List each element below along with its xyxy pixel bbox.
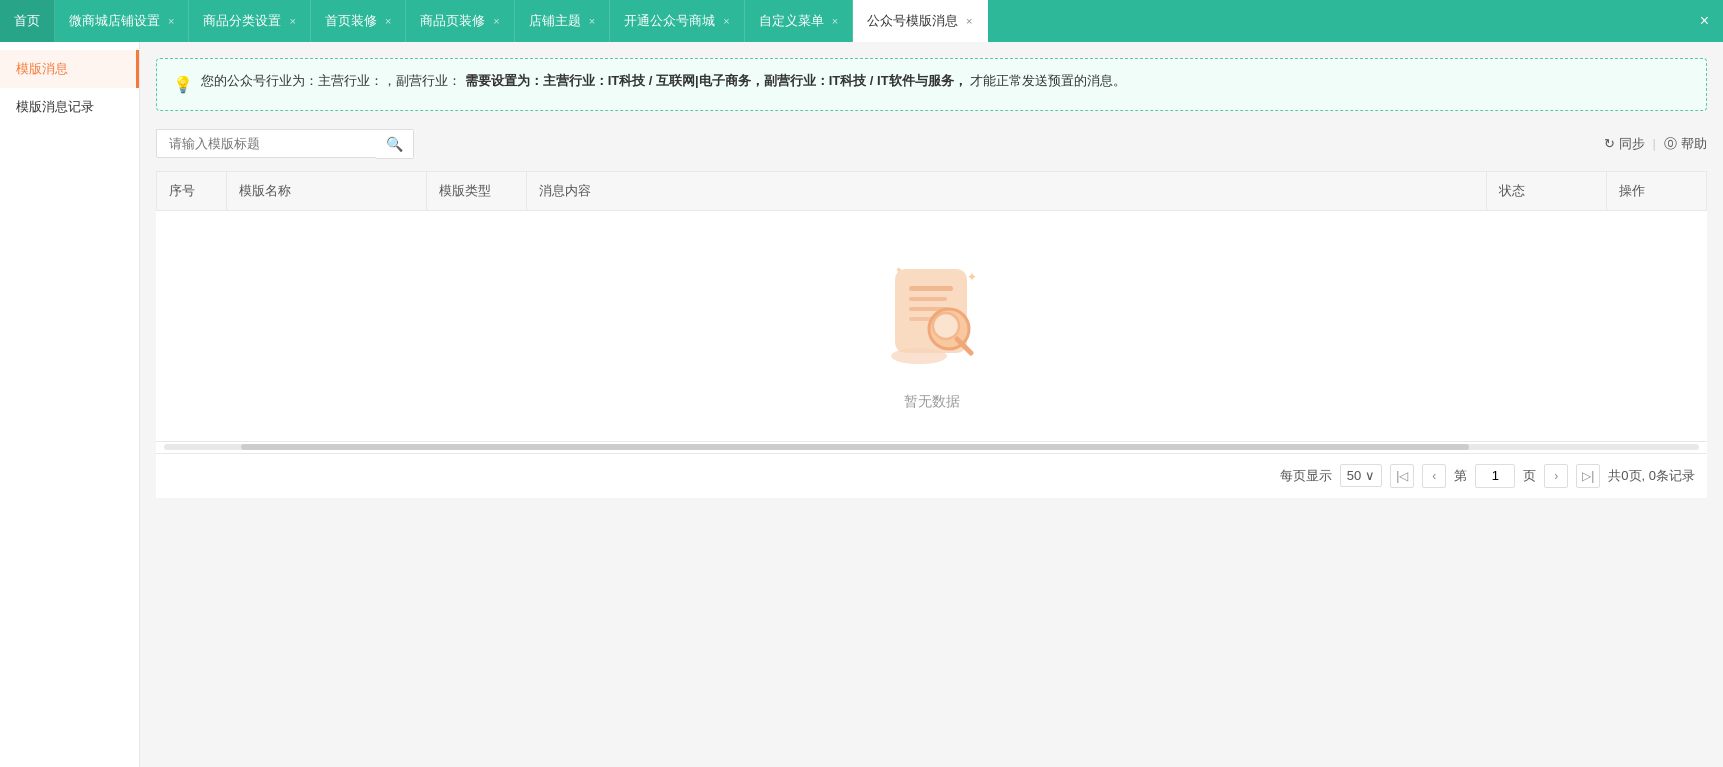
tab-open-wxshop-close[interactable]: × (723, 15, 729, 27)
help-circle-icon: ⓪ (1664, 135, 1677, 153)
sidebar-item-template-msg-log-label: 模版消息记录 (16, 99, 94, 114)
pagination: 每页显示 50 ∨ |◁ ‹ 第 页 › ▷| 共0页, 0条记录 (156, 453, 1707, 498)
col-header-type: 模版类型 (427, 171, 527, 210)
horizontal-scrollbar[interactable] (156, 441, 1707, 453)
tab-home[interactable]: 首页 (0, 0, 55, 42)
prev-page-icon: ‹ (1432, 469, 1436, 483)
last-page-icon: ▷| (1582, 469, 1594, 483)
refresh-icon: ↻ (1604, 136, 1615, 151)
tab-template-msg[interactable]: 公众号模版消息 × (853, 0, 987, 42)
tab-product-page-decor-close[interactable]: × (493, 15, 499, 27)
col-header-name: 模版名称 (227, 171, 427, 210)
right-actions: ↻ 同步 | ⓪ 帮助 (1604, 135, 1707, 153)
tab-homepage-decor[interactable]: 首页装修 × (311, 0, 406, 42)
prev-page-button[interactable]: ‹ (1422, 464, 1446, 488)
tab-custom-menu-label: 自定义菜单 (759, 12, 824, 30)
tab-custom-menu[interactable]: 自定义菜单 × (745, 0, 853, 42)
sidebar: 模版消息 模版消息记录 (0, 42, 140, 767)
svg-rect-1 (909, 286, 953, 291)
page-number-input[interactable] (1475, 464, 1515, 488)
sync-button[interactable]: ↻ 同步 (1604, 135, 1645, 153)
search-icon: 🔍 (386, 136, 403, 152)
first-page-icon: |◁ (1396, 469, 1408, 483)
notice-prefix: 您的公众号行业为：主营行业：，副营行业： (201, 73, 461, 88)
empty-state: ✦ ✦ 暂无数据 (157, 211, 1707, 441)
col-header-status: 状态 (1487, 171, 1607, 210)
search-bar: 🔍 ↻ 同步 | ⓪ 帮助 (156, 129, 1707, 159)
tab-homepage-decor-close[interactable]: × (385, 15, 391, 27)
tab-template-msg-close[interactable]: × (966, 15, 972, 27)
notice-suffix: 才能正常发送预置的消息。 (970, 73, 1126, 88)
action-divider: | (1653, 136, 1656, 151)
data-table: 序号 模版名称 模版类型 消息内容 状态 操作 (156, 171, 1707, 441)
first-page-button[interactable]: |◁ (1390, 464, 1414, 488)
tab-homepage-decor-label: 首页装修 (325, 12, 377, 30)
notice-banner: 💡 您的公众号行业为：主营行业：，副营行业： 需要设置为：主营行业：IT科技 /… (156, 58, 1707, 111)
svg-point-6 (933, 313, 959, 339)
sidebar-item-template-msg-log[interactable]: 模版消息记录 (0, 88, 139, 126)
tab-wshop-settings[interactable]: 微商城店铺设置 × (55, 0, 189, 42)
tab-wshop-label: 微商城店铺设置 (69, 12, 160, 30)
notice-text: 您的公众号行业为：主营行业：，副营行业： 需要设置为：主营行业：IT科技 / 互… (201, 71, 1126, 92)
tab-open-wxshop-label: 开通公众号商城 (624, 12, 715, 30)
per-page-select[interactable]: 50 ∨ (1340, 464, 1382, 487)
tab-wshop-close[interactable]: × (168, 15, 174, 27)
tab-shop-theme-close[interactable]: × (589, 15, 595, 27)
table-body: ✦ ✦ 暂无数据 (157, 210, 1707, 441)
sidebar-item-template-msg[interactable]: 模版消息 (0, 50, 139, 88)
scroll-track (164, 444, 1699, 450)
scroll-thumb (241, 444, 1469, 450)
main-layout: 模版消息 模版消息记录 💡 您的公众号行业为：主营行业：，副营行业： 需要设置为… (0, 42, 1723, 767)
sidebar-item-template-msg-label: 模版消息 (16, 61, 68, 76)
tab-product-category-label: 商品分类设置 (203, 12, 281, 30)
tab-shop-theme[interactable]: 店铺主题 × (515, 0, 610, 42)
tab-product-category-close[interactable]: × (289, 15, 295, 27)
col-header-content: 消息内容 (527, 171, 1487, 210)
search-left: 🔍 (156, 129, 414, 159)
tab-product-page-decor[interactable]: 商品页装修 × (406, 0, 514, 42)
col-header-seq: 序号 (157, 171, 227, 210)
table-empty-row: ✦ ✦ 暂无数据 (157, 210, 1707, 441)
top-navigation: 首页 微商城店铺设置 × 商品分类设置 × 首页装修 × 商品页装修 × 店铺主… (0, 0, 1723, 42)
sync-label: 同步 (1619, 135, 1645, 153)
table-header: 序号 模版名称 模版类型 消息内容 状态 操作 (157, 171, 1707, 210)
tab-product-page-decor-label: 商品页装修 (420, 12, 485, 30)
col-header-action: 操作 (1607, 171, 1707, 210)
total-info: 共0页, 0条记录 (1608, 467, 1695, 485)
next-page-icon: › (1554, 469, 1558, 483)
empty-text: 暂无数据 (157, 393, 1707, 411)
tab-open-wxshop[interactable]: 开通公众号商城 × (610, 0, 744, 42)
global-close-button[interactable]: × (1686, 0, 1723, 42)
tab-product-category[interactable]: 商品分类设置 × (189, 0, 310, 42)
tab-custom-menu-close[interactable]: × (832, 15, 838, 27)
search-button[interactable]: 🔍 (376, 129, 414, 159)
tab-home-label: 首页 (14, 12, 40, 30)
search-input[interactable] (156, 129, 376, 158)
last-page-button[interactable]: ▷| (1576, 464, 1600, 488)
tab-shop-theme-label: 店铺主题 (529, 12, 581, 30)
help-button[interactable]: ⓪ 帮助 (1664, 135, 1707, 153)
chevron-down-icon: ∨ (1365, 468, 1375, 483)
page-label-pre: 第 (1454, 467, 1467, 485)
svg-text:✦: ✦ (895, 265, 903, 275)
content-area: 💡 您的公众号行业为：主营行业：，副营行业： 需要设置为：主营行业：IT科技 /… (140, 42, 1723, 767)
notice-highlight: 需要设置为：主营行业：IT科技 / 互联网|电子商务，副营行业：IT科技 / I… (465, 73, 967, 88)
per-page-value: 50 (1347, 468, 1361, 483)
empty-illustration: ✦ ✦ (867, 251, 997, 381)
per-page-label: 每页显示 (1280, 467, 1332, 485)
help-label: 帮助 (1681, 135, 1707, 153)
bulb-icon: 💡 (173, 72, 193, 98)
next-page-button[interactable]: › (1544, 464, 1568, 488)
table-header-row: 序号 模版名称 模版类型 消息内容 状态 操作 (157, 171, 1707, 210)
svg-text:✦: ✦ (967, 270, 977, 284)
svg-rect-2 (909, 297, 947, 301)
page-label-post: 页 (1523, 467, 1536, 485)
tab-template-msg-label: 公众号模版消息 (867, 12, 958, 30)
